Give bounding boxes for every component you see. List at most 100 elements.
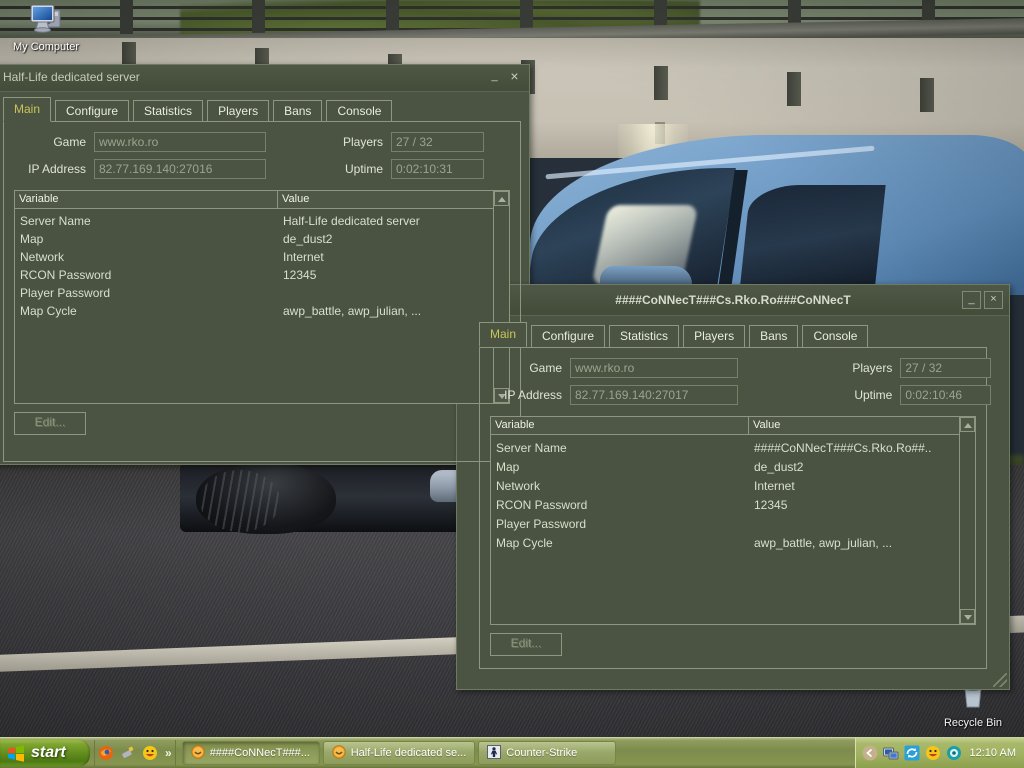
cell-variable: Map Cycle [496,536,553,550]
taskbar-button-half-life-dedicated-server[interactable]: Half-Life dedicated se... [322,741,476,765]
close-icon[interactable]: × [506,69,523,85]
chevron-up-icon [497,196,506,202]
ip-address-field[interactable]: 82.77.169.140:27016 [94,159,266,179]
cell-variable: Map [496,460,520,474]
wallpaper-car-door-window [739,185,886,293]
column-header-value[interactable]: Value [749,417,961,434]
window-connect-cs-rko-ro[interactable]: ####CoNNecT###Cs.Rko.Ro###CoNNecT _ × Ma… [456,284,1010,690]
tab-panel-main: Game www.rko.ro IP Address 82.77.169.140… [479,347,991,669]
hlds-icon [331,744,346,762]
tab-strip: Main Configure Statistics Players Bans C… [479,322,987,347]
scroll-down-button[interactable] [960,609,975,624]
tab-configure[interactable]: Configure [55,100,130,122]
field-row-game: Game www.rko.ro [490,358,738,378]
messenger-icon[interactable] [925,745,941,761]
server-variables-list[interactable]: Variable Value Server Name ####CoNNecT##… [490,416,976,625]
tab-statistics[interactable]: Statistics [609,325,680,347]
close-icon[interactable]: × [984,291,1003,309]
table-row[interactable]: Network Internet [491,477,975,496]
task-list: ####CoNNecT###... Half-Life dedicated se… [181,741,855,765]
tab-main[interactable]: Main [3,97,52,122]
tab-players[interactable]: Players [683,325,746,347]
uptime-field[interactable]: 0:02:10:46 [900,385,991,405]
cell-value: de_dust2 [754,460,804,474]
table-row[interactable]: Player Password [491,515,975,534]
cell-value: de_dust2 [283,232,333,246]
table-row[interactable]: Player Password [15,284,509,302]
sync-icon[interactable] [904,745,920,761]
table-row[interactable]: Map de_dust2 [491,458,975,477]
window-titlebar[interactable]: Half-Life dedicated server _ × [0,65,529,92]
desktop-icon-my-computer[interactable]: My Computer [8,2,84,53]
tab-main[interactable]: Main [479,322,528,347]
antivirus-icon[interactable] [946,745,962,761]
column-header-variable[interactable]: Variable [491,417,749,434]
tray-expand-icon[interactable] [862,745,878,761]
network-icon[interactable] [882,745,899,761]
uptime-label: Uptime [344,162,383,176]
minimize-icon[interactable]: _ [962,291,981,309]
minimize-icon[interactable]: _ [486,69,503,85]
game-field[interactable]: www.rko.ro [94,132,266,152]
start-button[interactable]: start [0,739,90,767]
smiley-icon[interactable] [142,745,158,761]
vertical-scrollbar[interactable] [959,417,975,624]
table-row[interactable]: Server Name Half-Life dedicated server [15,212,509,230]
table-row[interactable]: Map Cycle awp_battle, awp_julian, ... [15,302,509,320]
taskbar: start » ####CoNNecT###... Half-Life dedi… [0,737,1024,768]
cell-variable: Server Name [496,441,567,455]
column-header-value[interactable]: Value [278,191,502,208]
uptime-field[interactable]: 0:02:10:31 [391,159,484,179]
table-row[interactable]: RCON Password 12345 [15,266,509,284]
tab-statistics[interactable]: Statistics [133,100,204,122]
resize-grip[interactable] [993,673,1007,687]
hlds-icon [190,744,205,762]
tray-clock[interactable]: 12:10 AM [970,747,1016,759]
table-row[interactable]: RCON Password 12345 [491,496,975,515]
window-title: Half-Life dedicated server [3,70,140,84]
my-computer-icon [8,2,84,39]
cell-value [278,284,502,302]
uptime-label: Uptime [854,388,893,402]
cell-variable: RCON Password [20,268,112,282]
server-variables-list[interactable]: Variable Value Server Name Half-Life ded… [14,190,510,404]
tab-bans[interactable]: Bans [273,100,323,122]
tab-bans[interactable]: Bans [749,325,799,347]
edit-button[interactable]: Edit... [14,412,86,435]
wallpaper-wall-bracket [654,66,668,100]
table-row[interactable]: Network Internet [15,248,509,266]
taskbar-button-connect[interactable]: ####CoNNecT###... [181,741,320,765]
window-titlebar[interactable]: ####CoNNecT###Cs.Rko.Ro###CoNNecT _ × [457,285,1009,316]
taskbar-button-counter-strike[interactable]: Counter-Strike [478,741,617,765]
game-label: Game [53,135,86,149]
window-title: ####CoNNecT###Cs.Rko.Ro###CoNNecT [615,293,851,307]
firefox-icon[interactable] [98,745,114,761]
quick-launch-more-icon[interactable]: » [165,746,172,760]
tab-configure[interactable]: Configure [531,325,606,347]
ip-address-field[interactable]: 82.77.169.140:27017 [570,385,738,405]
tab-console[interactable]: Console [802,325,869,347]
cell-variable: Player Password [20,286,111,300]
players-field[interactable]: 27 / 32 [900,358,991,378]
cell-value: awp_battle, awp_julian, ... [754,536,893,550]
table-row[interactable]: Map Cycle awp_battle, awp_julian, ... [491,534,975,553]
media-icon[interactable] [120,745,136,761]
window-half-life-dedicated-server[interactable]: Half-Life dedicated server _ × Main Conf… [0,64,530,465]
game-label: Game [529,361,562,375]
tab-players[interactable]: Players [207,100,270,122]
cell-value: 12345 [754,498,788,512]
window-control-buttons: _ × [962,291,1003,309]
tab-console[interactable]: Console [326,100,393,122]
players-field[interactable]: 27 / 32 [391,132,484,152]
tab-panel-main: Game www.rko.ro IP Address 82.77.169.140… [3,121,521,462]
cell-variable: Network [496,479,541,493]
scroll-up-button[interactable] [960,417,975,432]
column-header-variable[interactable]: Variable [15,191,278,208]
table-row[interactable]: Map de_dust2 [15,230,509,248]
scroll-up-button[interactable] [494,191,509,206]
edit-button[interactable]: Edit... [490,633,562,656]
scrollbar-track[interactable] [960,432,975,609]
wallpaper-wall-bracket [920,78,934,112]
game-field[interactable]: www.rko.ro [570,358,738,378]
table-row[interactable]: Server Name ####CoNNecT###Cs.Rko.Ro##.. [491,439,975,458]
